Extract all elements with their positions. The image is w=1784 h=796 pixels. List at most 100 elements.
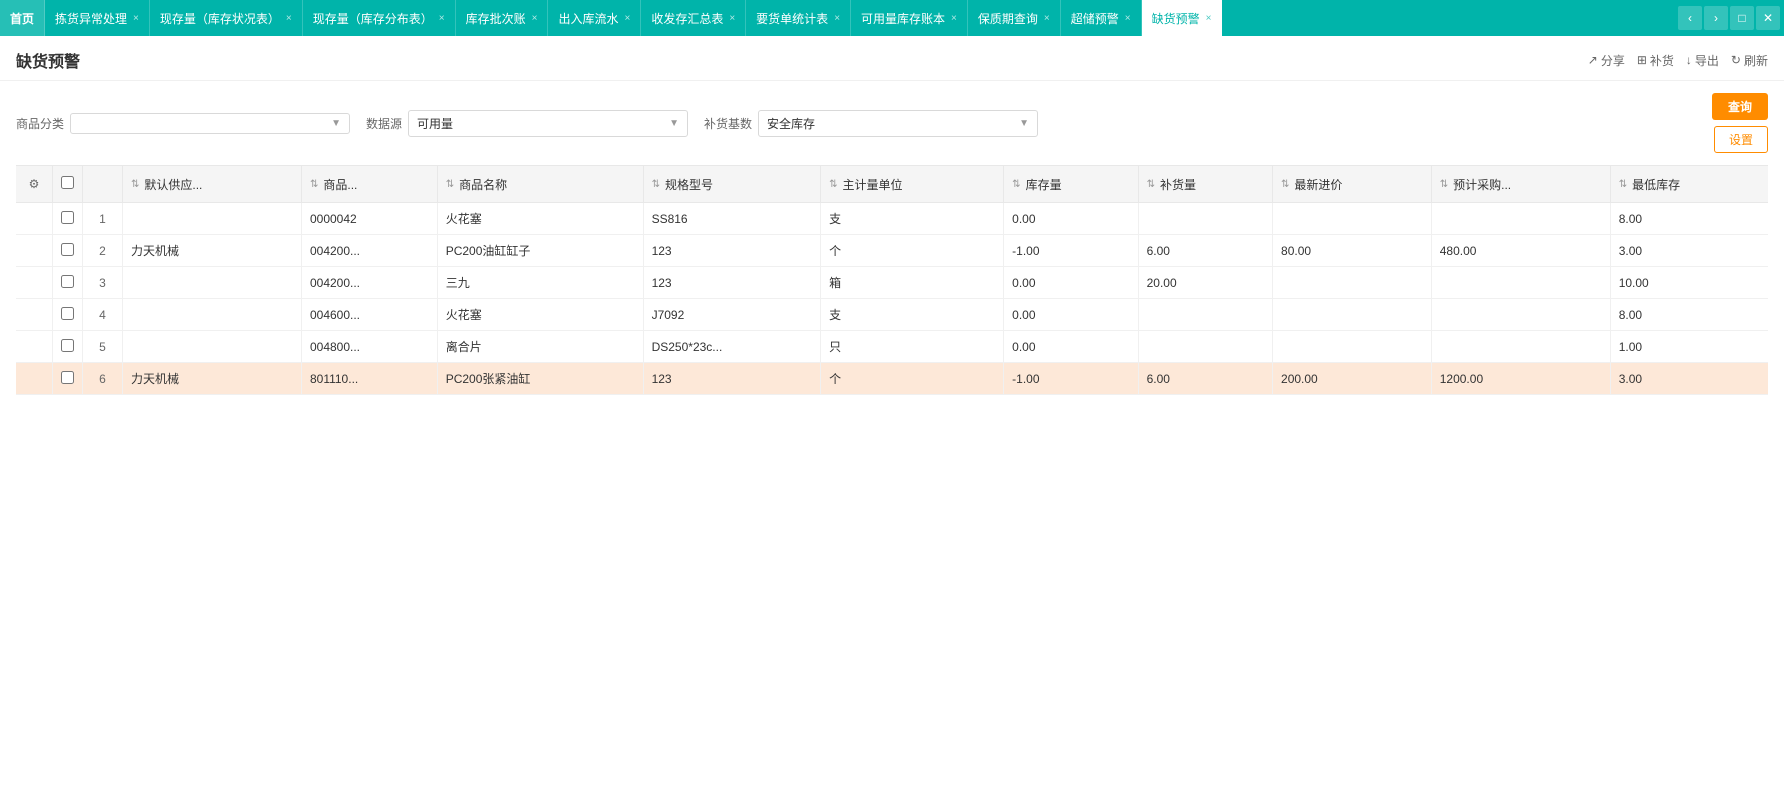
th-num [83, 166, 123, 203]
cell-supplier-3 [123, 299, 302, 331]
export-button[interactable]: ↓ 导出 [1686, 52, 1719, 69]
cell-unit-3: 支 [821, 299, 1004, 331]
cell-supplier-0 [123, 203, 302, 235]
tab-inventory-status[interactable]: 现存量（库存状况表） × [150, 0, 303, 36]
row-checkbox-4[interactable] [61, 339, 74, 352]
restock-button[interactable]: ⊞ 补货 [1637, 52, 1674, 69]
nav-controls: ‹ › □ ✕ [1678, 6, 1784, 30]
cell-num-1: 2 [83, 235, 123, 267]
tab-home[interactable]: 首页 [0, 0, 45, 36]
tab-inventory-distribution[interactable]: 现存量（库存分布表） × [303, 0, 456, 36]
settings-button[interactable]: 设置 [1714, 126, 1768, 153]
category-select[interactable]: ▼ [70, 113, 350, 134]
close-tab-overstock[interactable]: × [1125, 13, 1131, 24]
tab-overstock[interactable]: 超储预警 × [1061, 0, 1142, 36]
column-settings-icon[interactable]: ⚙ [24, 174, 44, 194]
tab-collect-summary[interactable]: 收发存汇总表 × [641, 0, 746, 36]
nav-next-button[interactable]: › [1704, 6, 1728, 30]
row-checkbox-1[interactable] [61, 243, 74, 256]
nav-close-button[interactable]: ✕ [1756, 6, 1780, 30]
refresh-icon: ↻ [1731, 53, 1741, 67]
cell-stock-4: 0.00 [1004, 331, 1138, 363]
table-container: ⚙ ⇅ 默认供应... ⇅ 商 [0, 165, 1784, 395]
sort-supplier-icon: ⇅ [131, 179, 139, 190]
close-tab-collect-summary[interactable]: × [729, 13, 735, 24]
cell-supplier-1: 力天机械 [123, 235, 302, 267]
cell-spec-3: J7092 [643, 299, 821, 331]
tab-stockout[interactable]: 缺货预警 × [1142, 0, 1223, 36]
sort-restock-icon: ⇅ [1147, 179, 1155, 190]
cell-check-5 [53, 363, 83, 395]
table-row: 6 力天机械 801110... PC200张紧油缸 123 个 -1.00 6… [16, 363, 1768, 395]
th-restock-qty: ⇅ 补货量 [1138, 166, 1272, 203]
cell-settings-3 [16, 299, 53, 331]
datasource-filter-group: 数据源 可用量 ▼ [366, 110, 688, 137]
nav-restore-button[interactable]: □ [1730, 6, 1754, 30]
tab-inout-flow[interactable]: 出入库流水 × [548, 0, 641, 36]
share-button[interactable]: ↗ 分享 [1588, 52, 1625, 69]
select-all-checkbox[interactable] [61, 176, 74, 189]
row-checkbox-5[interactable] [61, 371, 74, 384]
cell-spec-4: DS250*23c... [643, 331, 821, 363]
cell-code-0: 0000042 [301, 203, 437, 235]
sort-stock-icon: ⇅ [1012, 179, 1020, 190]
page-title: 缺货预警 [16, 48, 1588, 72]
sort-est-icon: ⇅ [1440, 179, 1448, 190]
refresh-button[interactable]: ↻ 刷新 [1731, 52, 1768, 69]
tab-available-ledger[interactable]: 可用量库存账本 × [851, 0, 968, 36]
query-button[interactable]: 查询 [1712, 93, 1768, 120]
tab-shelf-life[interactable]: 保质期查询 × [968, 0, 1061, 36]
datasource-select[interactable]: 可用量 ▼ [408, 110, 688, 137]
close-tab-inout-flow[interactable]: × [624, 13, 630, 24]
close-tab-inventory-status[interactable]: × [286, 13, 292, 24]
cell-code-3: 004600... [301, 299, 437, 331]
restock-basis-select[interactable]: 安全库存 ▼ [758, 110, 1038, 137]
tab-picking-exception[interactable]: 拣货异常处理 × [45, 0, 150, 36]
cell-price-2 [1273, 267, 1432, 299]
cell-name-2: 三九 [437, 267, 643, 299]
cell-restock-5: 6.00 [1138, 363, 1272, 395]
cell-code-1: 004200... [301, 235, 437, 267]
tab-batch-account[interactable]: 库存批次账 × [456, 0, 549, 36]
cell-name-5: PC200张紧油缸 [437, 363, 643, 395]
row-checkbox-3[interactable] [61, 307, 74, 320]
cell-minstock-2: 10.00 [1610, 267, 1768, 299]
close-tab-shelf-life[interactable]: × [1044, 13, 1050, 24]
tab-order-stats[interactable]: 要货单统计表 × [746, 0, 851, 36]
close-tab-available-ledger[interactable]: × [951, 13, 957, 24]
cell-spec-5: 123 [643, 363, 821, 395]
cell-unit-1: 个 [821, 235, 1004, 267]
cell-minstock-0: 8.00 [1610, 203, 1768, 235]
cell-minstock-5: 3.00 [1610, 363, 1768, 395]
close-tab-inventory-distribution[interactable]: × [439, 13, 445, 24]
cell-est-3 [1431, 299, 1610, 331]
cell-num-3: 4 [83, 299, 123, 331]
cell-check-3 [53, 299, 83, 331]
cell-code-4: 004800... [301, 331, 437, 363]
restock-basis-value: 安全库存 [767, 115, 815, 132]
datasource-value: 可用量 [417, 115, 453, 132]
cell-stock-2: 0.00 [1004, 267, 1138, 299]
cell-num-4: 5 [83, 331, 123, 363]
th-default-supplier: ⇅ 默认供应... [123, 166, 302, 203]
close-tab-picking-exception[interactable]: × [133, 13, 139, 24]
cell-check-4 [53, 331, 83, 363]
cell-minstock-1: 3.00 [1610, 235, 1768, 267]
cell-unit-5: 个 [821, 363, 1004, 395]
th-check [53, 166, 83, 203]
row-checkbox-2[interactable] [61, 275, 74, 288]
nav-prev-button[interactable]: ‹ [1678, 6, 1702, 30]
cell-num-5: 6 [83, 363, 123, 395]
cell-settings-0 [16, 203, 53, 235]
table-row: 4 004600... 火花塞 J7092 支 0.00 8.00 [16, 299, 1768, 331]
row-checkbox-0[interactable] [61, 211, 74, 224]
cell-stock-0: 0.00 [1004, 203, 1138, 235]
close-tab-order-stats[interactable]: × [834, 13, 840, 24]
close-tab-stockout[interactable]: × [1206, 13, 1212, 24]
cell-num-2: 3 [83, 267, 123, 299]
close-tab-batch-account[interactable]: × [532, 13, 538, 24]
th-settings: ⚙ [16, 166, 53, 203]
cell-settings-2 [16, 267, 53, 299]
cell-check-0 [53, 203, 83, 235]
sort-price-icon: ⇅ [1281, 179, 1289, 190]
